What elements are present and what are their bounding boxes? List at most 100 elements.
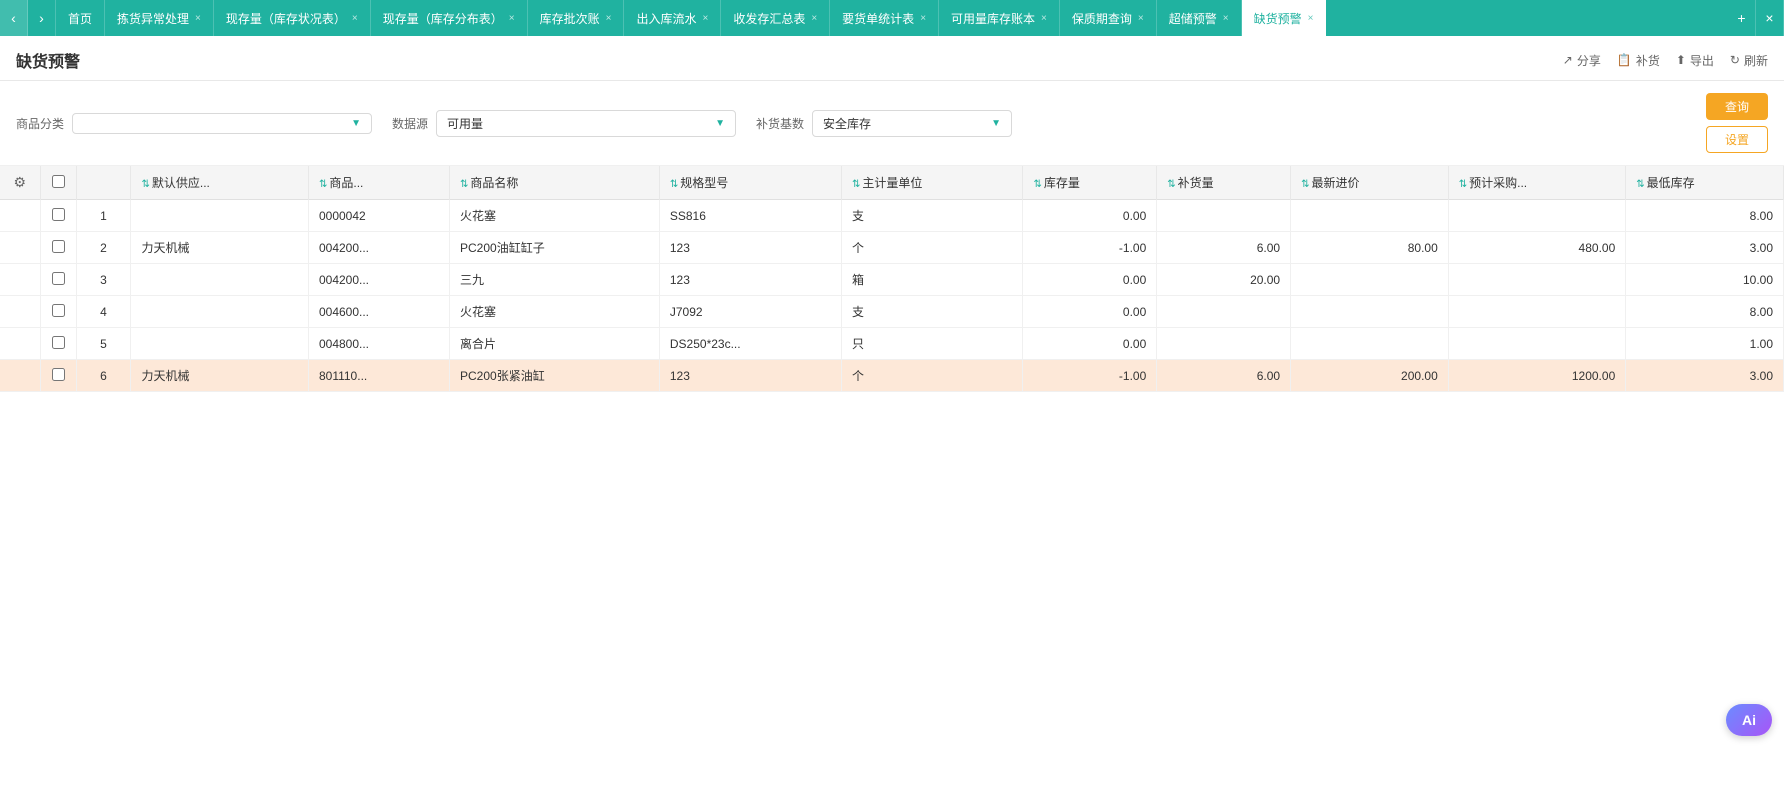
tab-expiry-query[interactable]: 保质期查询×: [1060, 0, 1157, 36]
tab-close-collect-summary[interactable]: ×: [811, 13, 817, 24]
col-header-stock[interactable]: ⇅库存量: [1023, 166, 1157, 200]
row-checkbox-cell-3[interactable]: [40, 296, 76, 328]
tab-close-inventory-dist[interactable]: ×: [509, 13, 515, 24]
table-row: 6力天机械801110...PC200张紧油缸123个-1.006.00200.…: [0, 360, 1784, 392]
cell-unit: 个: [841, 360, 1022, 392]
cell-product-code: 004200...: [308, 232, 449, 264]
row-checkbox-5[interactable]: [52, 368, 65, 381]
tab-batch-account[interactable]: 库存批次账×: [528, 0, 625, 36]
col-header-gear[interactable]: ⚙: [0, 166, 40, 200]
table-header-row: ⚙ ⇅默认供应... ⇅商品... ⇅商品名称 ⇅规格型号 ⇅主计量单位 ⇅库存…: [0, 166, 1784, 200]
tab-close-overstock[interactable]: ×: [1223, 13, 1229, 24]
cell-spec: J7092: [659, 296, 841, 328]
tab-inout-flow[interactable]: 出入库流水×: [624, 0, 721, 36]
gear-icon: ⚙: [13, 174, 26, 190]
tab-available-ledger[interactable]: 可用量库存账本×: [939, 0, 1060, 36]
row-number: 5: [76, 328, 131, 360]
tab-shortage[interactable]: 缺货预警×: [1242, 0, 1327, 36]
row-checkbox-2[interactable]: [52, 272, 65, 285]
cell-latest-price: 200.00: [1291, 360, 1449, 392]
col-header-unit[interactable]: ⇅主计量单位: [841, 166, 1022, 200]
tab-close-expiry-query[interactable]: ×: [1138, 13, 1144, 24]
col-header-min-stock[interactable]: ⇅最低库存: [1626, 166, 1784, 200]
settings-button[interactable]: 设置: [1706, 126, 1768, 153]
col-header-est-purchase[interactable]: ⇅预计采购...: [1448, 166, 1626, 200]
tab-inventory-status[interactable]: 现存量（库存状况表）×: [214, 0, 371, 36]
cell-stock: 0.00: [1023, 328, 1157, 360]
share-button[interactable]: ↗分享: [1563, 52, 1601, 69]
page-header: 缺货预警 ↗分享📋补货⬆导出↻刷新: [0, 36, 1784, 81]
row-checkbox-3[interactable]: [52, 304, 65, 317]
datasource-value: 可用量: [447, 115, 707, 132]
export-icon: ⬆: [1676, 53, 1686, 67]
category-select[interactable]: ▼: [72, 113, 372, 134]
col-header-replenish-qty[interactable]: ⇅补货量: [1157, 166, 1291, 200]
row-checkbox-cell-4[interactable]: [40, 328, 76, 360]
datasource-chevron-icon: ▼: [715, 118, 725, 129]
datasource-select[interactable]: 可用量 ▼: [436, 110, 736, 137]
tab-new-btn[interactable]: +: [1728, 0, 1756, 36]
row-checkbox-cell-1[interactable]: [40, 232, 76, 264]
filter-group-datasource: 数据源 可用量 ▼: [392, 110, 736, 137]
tab-requisition-stat[interactable]: 要货单统计表×: [830, 0, 939, 36]
select-all-checkbox[interactable]: [52, 175, 65, 188]
tab-close-available-ledger[interactable]: ×: [1041, 13, 1047, 24]
refresh-button[interactable]: ↻ 刷新: [1730, 52, 1768, 69]
row-number: 2: [76, 232, 131, 264]
col-header-supplier[interactable]: ⇅默认供应...: [131, 166, 309, 200]
tab-prev-btn[interactable]: ‹: [0, 0, 28, 36]
tab-close-abnormal[interactable]: ×: [195, 13, 201, 24]
refresh-label: 刷新: [1744, 52, 1768, 69]
filter-group-category: 商品分类 ▼: [16, 113, 372, 134]
cell-product-name: 火花塞: [450, 296, 660, 328]
main-content: 缺货预警 ↗分享📋补货⬆导出↻刷新 商品分类 ▼ 数据源 可用量 ▼ 补货基数 …: [0, 36, 1784, 796]
cell-min-stock: 8.00: [1626, 200, 1784, 232]
col-header-spec[interactable]: ⇅规格型号: [659, 166, 841, 200]
tab-inventory-dist[interactable]: 现存量（库存分布表）×: [371, 0, 528, 36]
replenish-button[interactable]: 📋补货: [1617, 52, 1660, 69]
tab-collect-summary[interactable]: 收发存汇总表×: [721, 0, 830, 36]
row-checkbox-0[interactable]: [52, 208, 65, 221]
tab-abnormal[interactable]: 拣货异常处理×: [105, 0, 214, 36]
col-header-product-code[interactable]: ⇅商品...: [308, 166, 449, 200]
ai-button[interactable]: Ai: [1726, 704, 1772, 736]
row-number: 1: [76, 200, 131, 232]
tab-close-all-btn[interactable]: ×: [1756, 0, 1784, 36]
col-header-latest-price[interactable]: ⇅最新进价: [1291, 166, 1449, 200]
data-table: ⚙ ⇅默认供应... ⇅商品... ⇅商品名称 ⇅规格型号 ⇅主计量单位 ⇅库存…: [0, 166, 1784, 392]
table-row: 2力天机械004200...PC200油缸缸子123个-1.006.0080.0…: [0, 232, 1784, 264]
cell-replenish-qty: 6.00: [1157, 360, 1291, 392]
replenish-base-label: 补货基数: [756, 115, 804, 132]
row-checkbox-4[interactable]: [52, 336, 65, 349]
cell-unit: 只: [841, 328, 1022, 360]
query-button[interactable]: 查询: [1706, 93, 1768, 120]
row-checkbox-cell-0[interactable]: [40, 200, 76, 232]
cell-supplier: [131, 264, 309, 296]
export-label: 导出: [1690, 52, 1714, 69]
refresh-icon: ↻: [1730, 53, 1740, 67]
tab-close-requisition-stat[interactable]: ×: [920, 13, 926, 24]
cell-latest-price: [1291, 200, 1449, 232]
row-checkbox-cell-5[interactable]: [40, 360, 76, 392]
cell-est-purchase: [1448, 200, 1626, 232]
tab-next-btn[interactable]: ›: [28, 0, 56, 36]
tab-overstock[interactable]: 超储预警×: [1157, 0, 1242, 36]
cell-replenish-qty: 6.00: [1157, 232, 1291, 264]
share-label: 分享: [1577, 52, 1601, 69]
row-checkbox-cell-2[interactable]: [40, 264, 76, 296]
tab-close-inout-flow[interactable]: ×: [702, 13, 708, 24]
cell-unit: 支: [841, 296, 1022, 328]
cell-latest-price: 80.00: [1291, 232, 1449, 264]
tab-close-inventory-status[interactable]: ×: [352, 13, 358, 24]
col-header-product-name[interactable]: ⇅商品名称: [450, 166, 660, 200]
cell-stock: 0.00: [1023, 264, 1157, 296]
cell-spec: 123: [659, 232, 841, 264]
tab-close-shortage[interactable]: ×: [1308, 13, 1314, 24]
export-button[interactable]: ⬆ 导出: [1676, 52, 1714, 69]
replenish-label: 补货: [1636, 52, 1660, 69]
col-header-checkbox: [40, 166, 76, 200]
tab-home[interactable]: 首页: [56, 0, 105, 36]
row-checkbox-1[interactable]: [52, 240, 65, 253]
tab-close-batch-account[interactable]: ×: [606, 13, 612, 24]
replenish-base-select[interactable]: 安全库存 ▼: [812, 110, 1012, 137]
